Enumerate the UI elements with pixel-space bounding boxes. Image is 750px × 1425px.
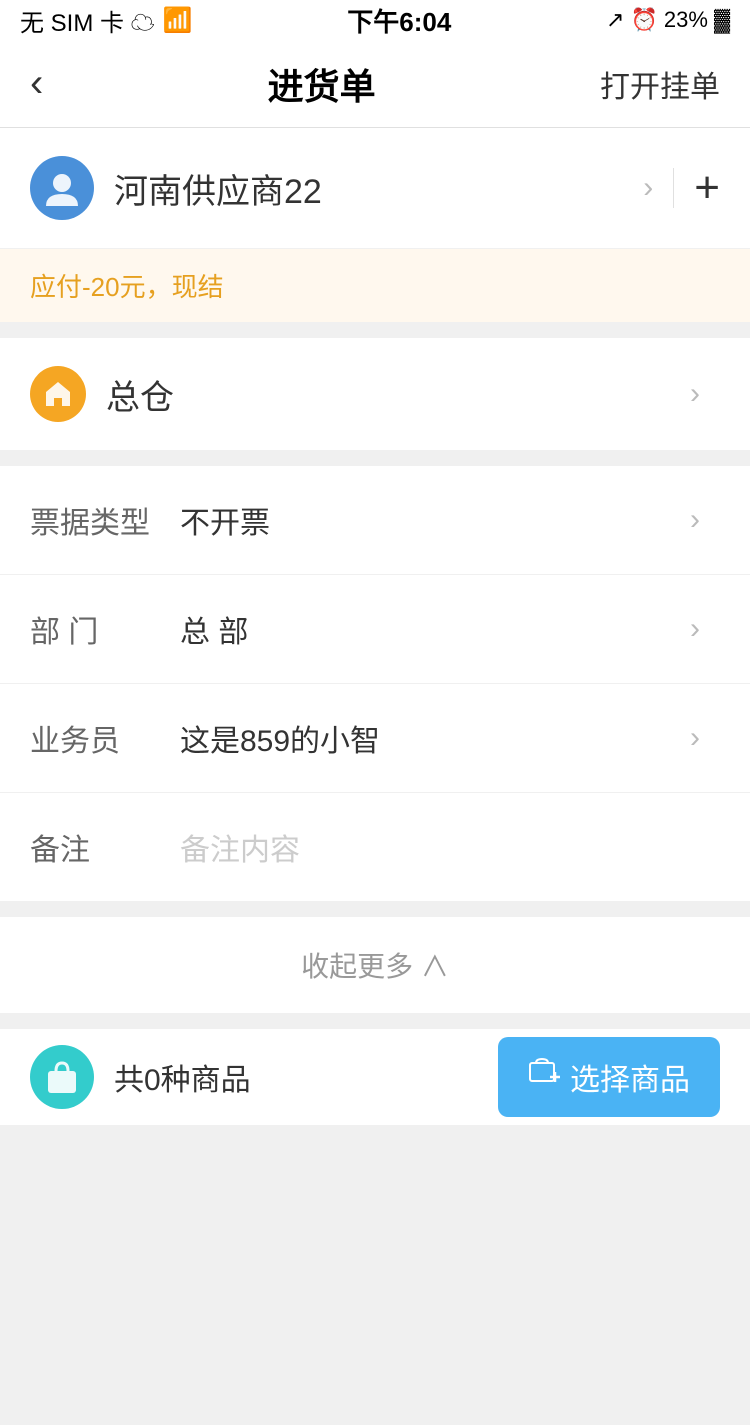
warehouse-icon (30, 366, 86, 422)
page-title: 进货单 (268, 58, 376, 110)
chevron-icon: › (690, 503, 700, 537)
back-button[interactable]: ‹ (30, 61, 43, 106)
status-left: 无 SIM 卡 ☁ 📶 (20, 3, 193, 38)
add-supplier-button[interactable]: + (694, 166, 720, 210)
invoice-type-value: 不开票 (160, 498, 690, 542)
department-label: 部 门 (30, 607, 160, 651)
collapse-row[interactable]: 收起更多 ∧ (0, 917, 750, 1013)
status-bar: 无 SIM 卡 ☁ 📶 下午6:04 ↗ ⏰ 23% ▓ (0, 0, 750, 40)
battery-icon: ▓ (714, 7, 730, 33)
remark-row[interactable]: 备注 备注内容 (0, 793, 750, 901)
warehouse-card[interactable]: 总仓 › (0, 338, 750, 450)
status-time: 下午6:04 (347, 2, 451, 39)
content: 河南供应商22 › + 应付-20元，现结 总仓 › 票据类型 不开票 › (0, 128, 750, 1425)
supplier-card: 河南供应商22 › + 应付-20元，现结 (0, 128, 750, 322)
supplier-row[interactable]: 河南供应商22 › + (0, 128, 750, 249)
warehouse-name: 总仓 (106, 370, 690, 419)
cart-icon (528, 1057, 560, 1097)
salesperson-row[interactable]: 业务员 这是859的小智 › (0, 684, 750, 793)
wifi-icon: 📶 (163, 6, 193, 35)
chevron-icon: › (690, 721, 700, 755)
supplier-name: 河南供应商22 (114, 164, 643, 213)
select-product-label: 选择商品 (570, 1055, 690, 1099)
invoice-type-row[interactable]: 票据类型 不开票 › (0, 466, 750, 575)
form-section: 票据类型 不开票 › 部 门 总 部 › 业务员 这是859的小智 › 备注 备… (0, 466, 750, 901)
chevron-icon: › (643, 171, 653, 205)
remark-input[interactable]: 备注内容 (160, 825, 720, 869)
avatar-icon (42, 168, 82, 208)
bag-icon (44, 1059, 80, 1095)
select-product-button[interactable]: 选择商品 (498, 1037, 720, 1117)
product-count: 共0种商品 (114, 1055, 498, 1099)
supplier-avatar (30, 156, 94, 220)
remark-label: 备注 (30, 825, 160, 869)
sim-label: 无 SIM 卡 ☁ (20, 3, 155, 38)
product-icon (30, 1045, 94, 1109)
bottom-bar: 共0种商品 选择商品 (0, 1029, 750, 1125)
salesperson-value: 这是859的小智 (160, 716, 690, 760)
house-icon (42, 378, 74, 410)
salesperson-label: 业务员 (30, 716, 160, 760)
status-right: ↗ ⏰ 23% ▓ (606, 7, 730, 33)
notice-banner: 应付-20元，现结 (0, 249, 750, 322)
divider (673, 168, 674, 208)
page-bottom (0, 1125, 750, 1425)
battery-label: 23% (664, 7, 708, 33)
location-icon: ↗ (606, 7, 624, 33)
nav-bar: ‹ 进货单 打开挂单 (0, 40, 750, 128)
open-pending-button[interactable]: 打开挂单 (600, 62, 720, 106)
department-value: 总 部 (160, 607, 690, 651)
chevron-icon: › (690, 612, 700, 646)
warehouse-row[interactable]: 总仓 › (0, 338, 750, 450)
department-row[interactable]: 部 门 总 部 › (0, 575, 750, 684)
invoice-type-label: 票据类型 (30, 498, 160, 542)
chevron-icon: › (690, 377, 700, 411)
collapse-label: 收起更多 ∧ (301, 945, 449, 985)
alarm-icon: ⏰ (630, 7, 657, 33)
